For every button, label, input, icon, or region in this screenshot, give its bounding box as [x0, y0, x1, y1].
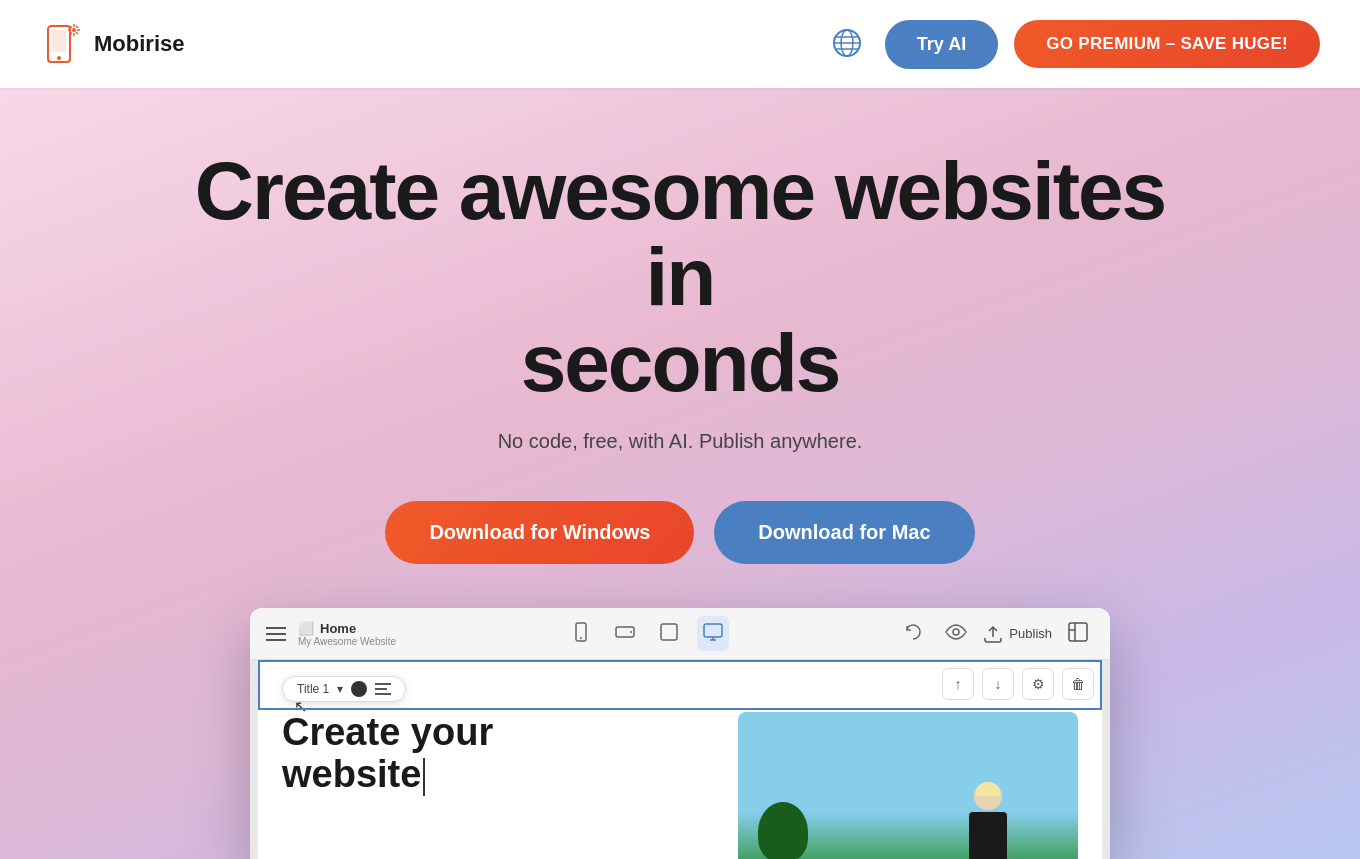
language-button[interactable]	[825, 21, 869, 68]
canvas-content: Title 1 ▾ Create your	[258, 660, 1102, 859]
svg-rect-26	[1069, 623, 1087, 641]
hero-title: Create awesome websites in seconds	[180, 148, 1180, 406]
app-toolbar: ⬜ Home My Awesome Website	[250, 608, 1110, 660]
page-name: ⬜ Home	[298, 621, 396, 636]
undo-icon	[903, 622, 923, 642]
hero-subtitle: No code, free, with AI. Publish anywhere…	[498, 430, 863, 453]
navbar: Mobirise Try AI GO PREMIUM – SAVE HUGE!	[0, 0, 1360, 88]
more-options-btn[interactable]	[1062, 616, 1094, 651]
globe-icon	[831, 27, 863, 59]
person-hair	[976, 782, 1000, 796]
move-down-btn[interactable]: ↓	[982, 668, 1014, 700]
svg-rect-22	[704, 624, 722, 637]
move-up-btn[interactable]: ↑	[942, 668, 974, 700]
settings-btn[interactable]: ⚙	[1022, 668, 1054, 700]
site-name: My Awesome Website	[298, 636, 396, 647]
brand-icon	[40, 22, 84, 66]
svg-rect-21	[661, 624, 677, 640]
publish-icon	[983, 624, 1003, 644]
svg-line-10	[76, 26, 78, 28]
desktop-icon	[703, 622, 723, 642]
mobile-landscape-btn[interactable]	[609, 616, 641, 651]
canvas-inner: ↑ ↓ ⚙ 🗑 Title 1 ▾	[258, 660, 1102, 859]
mobile-portrait-btn[interactable]	[565, 616, 597, 651]
brand-name: Mobirise	[94, 31, 184, 57]
person-silhouette	[958, 782, 1018, 859]
brand-link[interactable]: Mobirise	[40, 22, 184, 66]
delete-btn[interactable]: 🗑	[1062, 668, 1094, 700]
hero-section: Create awesome websites in seconds No co…	[0, 88, 1360, 859]
premium-button[interactable]: GO PREMIUM – SAVE HUGE!	[1014, 20, 1320, 68]
try-ai-button[interactable]: Try AI	[885, 20, 998, 69]
download-mac-button[interactable]: Download for Mac	[714, 501, 974, 564]
svg-rect-1	[52, 30, 66, 52]
desktop-btn[interactable]	[697, 616, 729, 651]
tablet-btn[interactable]	[653, 616, 685, 651]
svg-point-18	[580, 637, 582, 639]
mobile-portrait-icon	[571, 622, 591, 642]
svg-point-2	[57, 56, 61, 60]
app-preview: ⬜ Home My Awesome Website	[250, 608, 1110, 859]
tree-silhouette	[758, 802, 808, 859]
app-canvas: ↑ ↓ ⚙ 🗑 Title 1 ▾	[250, 660, 1110, 859]
publish-button[interactable]: Publish	[983, 624, 1052, 644]
tree-canopy	[758, 802, 808, 859]
page-icon: ⬜	[298, 621, 314, 636]
mobile-landscape-icon	[615, 622, 635, 642]
toolbar-right: Publish	[897, 615, 1094, 652]
mouse-cursor-indicator: ↖	[294, 697, 307, 716]
toolbar-devices	[412, 616, 881, 651]
svg-point-25	[953, 629, 959, 635]
canvas-heading: Create your website	[282, 712, 718, 796]
preview-icon	[945, 621, 967, 643]
align-icon	[375, 683, 391, 695]
color-dot[interactable]	[351, 681, 367, 697]
text-cursor	[423, 758, 425, 796]
svg-line-9	[76, 32, 78, 34]
undo-btn[interactable]	[897, 616, 929, 651]
svg-point-20	[630, 631, 632, 633]
tablet-icon	[659, 622, 679, 642]
more-options-icon	[1068, 622, 1088, 642]
person-body	[969, 812, 1007, 859]
menu-icon[interactable]	[266, 627, 286, 641]
download-windows-button[interactable]: Download for Windows	[385, 501, 694, 564]
hero-buttons: Download for Windows Download for Mac	[385, 501, 974, 564]
canvas-text-area: Title 1 ▾ Create your	[282, 712, 718, 796]
preview-btn[interactable]	[939, 615, 973, 652]
navbar-right: Try AI GO PREMIUM – SAVE HUGE!	[825, 20, 1320, 69]
canvas-image	[738, 712, 1078, 859]
toolbar-left: ⬜ Home My Awesome Website	[266, 621, 396, 647]
person-head	[974, 782, 1002, 810]
svg-point-3	[72, 28, 76, 32]
page-info: ⬜ Home My Awesome Website	[298, 621, 396, 647]
